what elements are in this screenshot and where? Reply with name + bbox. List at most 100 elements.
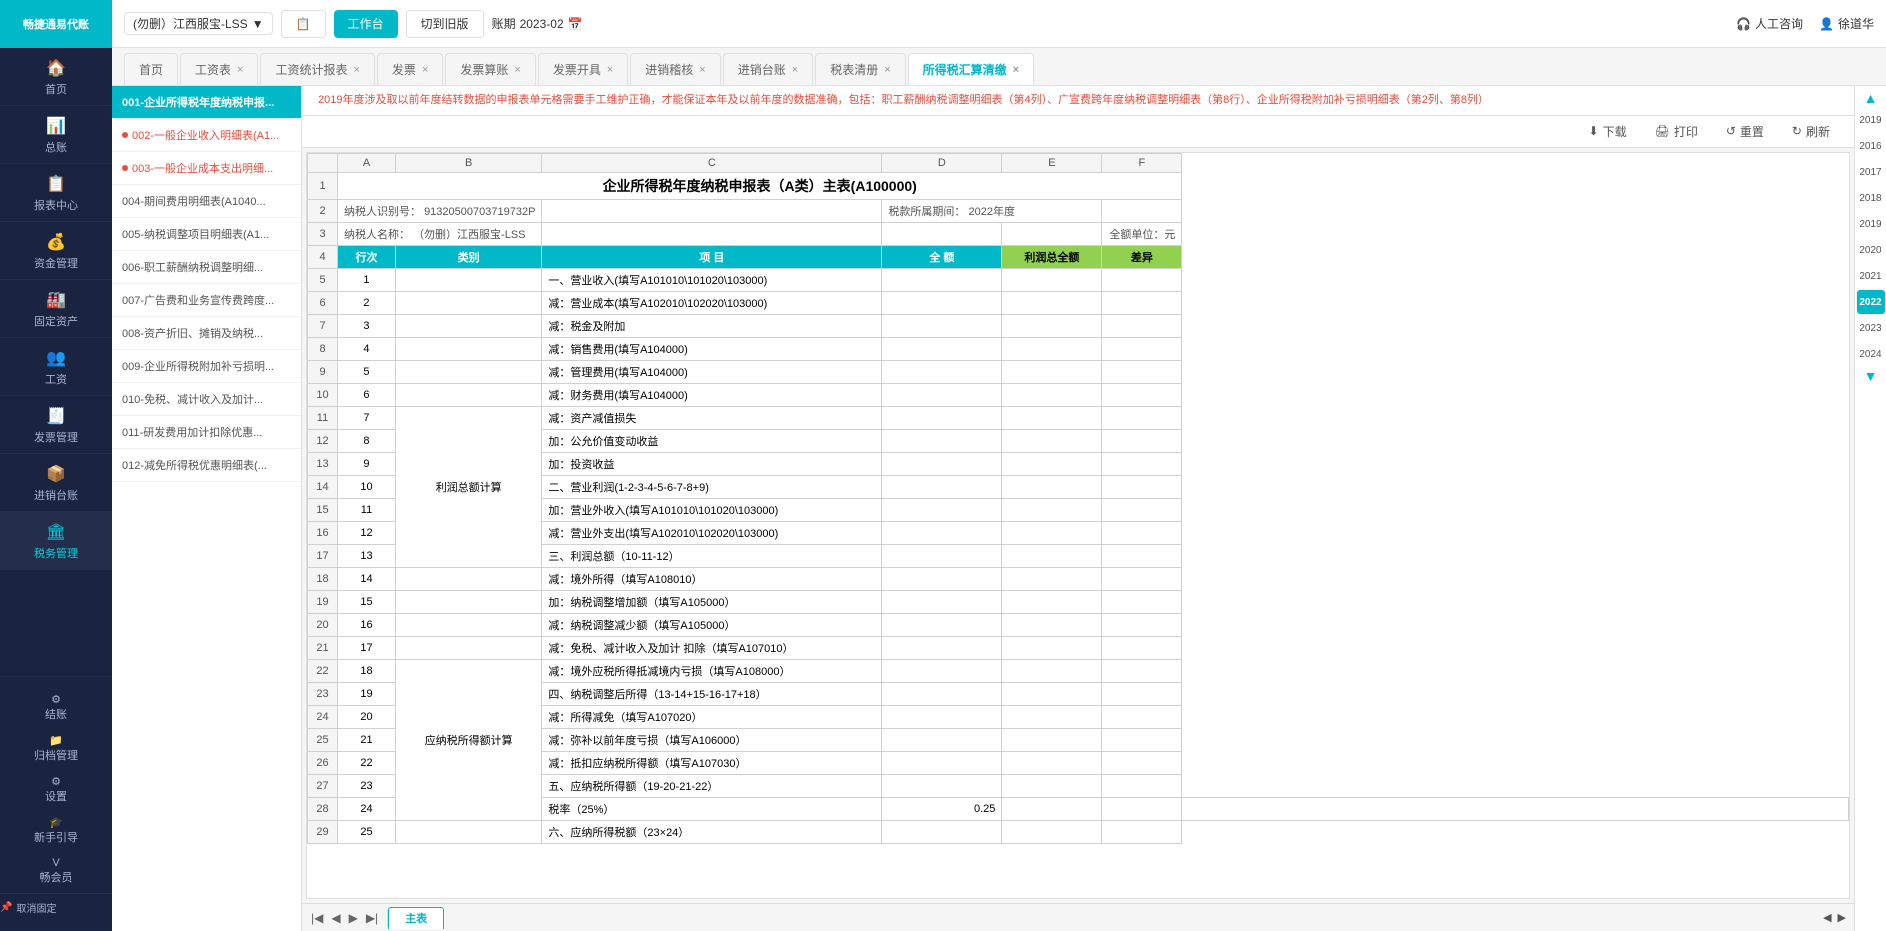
nav-first-arrow[interactable]: |◀ <box>308 909 326 927</box>
print-button[interactable]: 🖨 打印 <box>1647 120 1706 143</box>
switch-button[interactable]: 切到旧版 <box>406 10 484 38</box>
sidebar-unpin[interactable]: 📌 取消固定 <box>0 893 112 921</box>
col-head-amount: 全 额 <box>882 245 1002 268</box>
left-panel-item-005[interactable]: 005-纳税调整项目明细表(A1... <box>112 218 301 251</box>
sidebar-item-vip[interactable]: V 畅会员 <box>0 851 112 891</box>
left-panel-item-003[interactable]: 003-一般企业成本支出明细... <box>112 152 301 185</box>
timeline-2018[interactable]: 2018 <box>1857 186 1885 210</box>
settings-icon: ⚙ <box>51 775 61 788</box>
tab-close-tax-list[interactable]: × <box>884 64 890 76</box>
tab-invoice[interactable]: 发票 × <box>377 53 443 85</box>
tab-payroll-report[interactable]: 工资统计报表 × <box>260 53 374 85</box>
sidebar-item-reports[interactable]: 📋 报表中心 <box>0 164 112 222</box>
tab-invoice-calc[interactable]: 发票算账 × <box>445 53 535 85</box>
print-icon: 🖨 <box>1655 124 1670 138</box>
reset-icon: ↺ <box>1726 124 1736 138</box>
sheet-tab-main[interactable]: 主表 <box>388 907 444 929</box>
sidebar-item-invoice[interactable]: 🧾 发票管理 <box>0 396 112 454</box>
left-panel-item-010[interactable]: 010-免税、减计收入及加计... <box>112 383 301 416</box>
left-panel-item-001[interactable]: 001-企业所得税年度纳税申报... <box>112 86 301 119</box>
sidebar-item-sales[interactable]: 📦 进销台账 <box>0 454 112 512</box>
tab-close-payroll-report[interactable]: × <box>353 64 359 76</box>
col-header-f: F <box>1102 153 1182 172</box>
timeline-2016[interactable]: 2016 <box>1857 134 1885 158</box>
timeline-2021[interactable]: 2021 <box>1857 264 1885 288</box>
tab-close-payroll[interactable]: × <box>237 64 243 76</box>
timeline-down-arrow[interactable]: ▼ <box>1864 368 1878 384</box>
nav-prev-arrow[interactable]: ◀ <box>328 909 343 927</box>
nav-next-arrow[interactable]: ▶ <box>346 909 361 927</box>
refresh-button[interactable]: ↻ 刷新 <box>1784 120 1838 143</box>
sidebar-item-home[interactable]: 🏠 首页 <box>0 48 112 106</box>
user-menu[interactable]: 👤 徐道华 <box>1819 15 1874 32</box>
sidebar-item-archive[interactable]: 📁 归档管理 <box>0 728 112 769</box>
left-panel-item-007[interactable]: 007-广告费和业务宣传费跨度... <box>112 284 301 317</box>
download-button[interactable]: ⬇ 下载 <box>1581 120 1635 143</box>
calendar-icon[interactable]: 📅 <box>568 17 583 31</box>
user-icon: 👤 <box>1819 17 1834 31</box>
scroll-right-icon[interactable]: ▶ <box>1838 911 1846 924</box>
sidebar-item-assets[interactable]: 🏭 固定资产 <box>0 280 112 338</box>
timeline-2023[interactable]: 2023 <box>1857 316 1885 340</box>
headset-icon: 🎧 <box>1736 17 1751 31</box>
tab-close-income-tax[interactable]: × <box>1013 64 1019 76</box>
ledger-icon: 📊 <box>46 116 66 136</box>
left-panel-item-002[interactable]: 002-一般企业收入明细表(A1... <box>112 119 301 152</box>
assets-icon: 🏭 <box>46 290 66 310</box>
timeline-2022[interactable]: 2022 <box>1857 290 1885 314</box>
timeline-2019[interactable]: 2019 <box>1857 108 1885 132</box>
tab-tax-list[interactable]: 税表清册 × <box>815 53 905 85</box>
period-value: 2023-02 <box>520 17 564 31</box>
table-row: 5 1 一、营业收入(填写A101010\101020\103000) <box>308 268 1849 291</box>
sidebar-item-tax[interactable]: 🏛 税务管理 <box>0 512 112 570</box>
tab-sales-audit[interactable]: 进销稽核 × <box>630 53 720 85</box>
timeline-2024[interactable]: 2024 <box>1857 342 1885 366</box>
sidebar-item-funds[interactable]: 💰 资金管理 <box>0 222 112 280</box>
workbench-button[interactable]: 工作台 <box>334 10 398 38</box>
left-panel-item-006[interactable]: 006-职工薪酬纳税调整明细... <box>112 251 301 284</box>
col-header-c: C <box>542 153 882 172</box>
tab-income-tax[interactable]: 所得税汇算清缴 × <box>908 53 1034 85</box>
tab-invoice-issue[interactable]: 发票开具 × <box>538 53 628 85</box>
tab-close-invoice[interactable]: × <box>422 64 428 76</box>
taxpayer-id-label: 纳税人识别号： 91320500703719732P <box>338 199 542 222</box>
col-head-rownum: 行次 <box>338 245 396 268</box>
left-panel-item-004[interactable]: 004-期间费用明细表(A1040... <box>112 185 301 218</box>
table-row: 6 2 减：营业成本(填写A102010\102020\103000) <box>308 291 1849 314</box>
company-selector[interactable]: (勿删）江西服宝-LSS ▼ <box>124 12 273 35</box>
tab-close-sales-ledger[interactable]: × <box>792 64 798 76</box>
timeline-2019b[interactable]: 2019 <box>1857 212 1885 236</box>
reset-button[interactable]: ↺ 重置 <box>1718 120 1772 143</box>
copy-button[interactable]: 📋 <box>281 10 326 38</box>
table-row: 20 16 减：纳税调整减少额（填写A105000） <box>308 613 1849 636</box>
tab-close-sales-audit[interactable]: × <box>699 64 705 76</box>
sidebar-item-close[interactable]: ⚙ 结账 <box>0 687 112 728</box>
consult-button[interactable]: 🎧 人工咨询 <box>1736 15 1803 32</box>
left-panel-item-008[interactable]: 008-资产折旧、摊销及纳税... <box>112 317 301 350</box>
scroll-left-icon[interactable]: ◀ <box>1823 911 1831 924</box>
spreadsheet-container[interactable]: A B C D E F 1 企业所得税年度纳税申报表（A类）主表(A100000… <box>306 152 1850 900</box>
left-panel-item-009[interactable]: 009-企业所得税附加补亏损明... <box>112 350 301 383</box>
tab-home[interactable]: 首页 <box>124 53 178 85</box>
tab-sales-ledger[interactable]: 进销台账 × <box>723 53 813 85</box>
timeline-2017[interactable]: 2017 <box>1857 160 1885 184</box>
tab-close-invoice-calc[interactable]: × <box>514 64 520 76</box>
company-name: (勿删）江西服宝-LSS <box>133 15 248 32</box>
sidebar-item-payroll[interactable]: 👥 工资 <box>0 338 112 396</box>
nav-last-arrow[interactable]: ▶| <box>363 909 381 927</box>
timeline-2020[interactable]: 2020 <box>1857 238 1885 262</box>
left-panel-item-012[interactable]: 012-减免所得税优惠明细表(... <box>112 449 301 482</box>
tab-close-invoice-issue[interactable]: × <box>607 64 613 76</box>
sheet-row-3: 3 纳税人名称： （勿删）江西服宝-LSS 全额单位：元 <box>308 222 1849 245</box>
sidebar-item-settings[interactable]: ⚙ 设置 <box>0 769 112 810</box>
table-row: 8 4 减：销售费用(填写A104000) <box>308 337 1849 360</box>
sidebar-item-ledger[interactable]: 📊 总账 <box>0 106 112 164</box>
sidebar-item-guide[interactable]: 🎓 新手引导 <box>0 810 112 851</box>
timeline-up-arrow[interactable]: ▲ <box>1864 90 1878 106</box>
tab-payroll[interactable]: 工资表 × <box>180 53 258 85</box>
sales-icon: 📦 <box>46 464 66 484</box>
left-panel-item-011[interactable]: 011-研发费用加计扣除优惠... <box>112 416 301 449</box>
sheet-bottom-right: ◀ ▶ <box>1815 911 1854 924</box>
close-icon: ⚙ <box>51 693 61 706</box>
row-num-4: 4 <box>308 245 338 268</box>
